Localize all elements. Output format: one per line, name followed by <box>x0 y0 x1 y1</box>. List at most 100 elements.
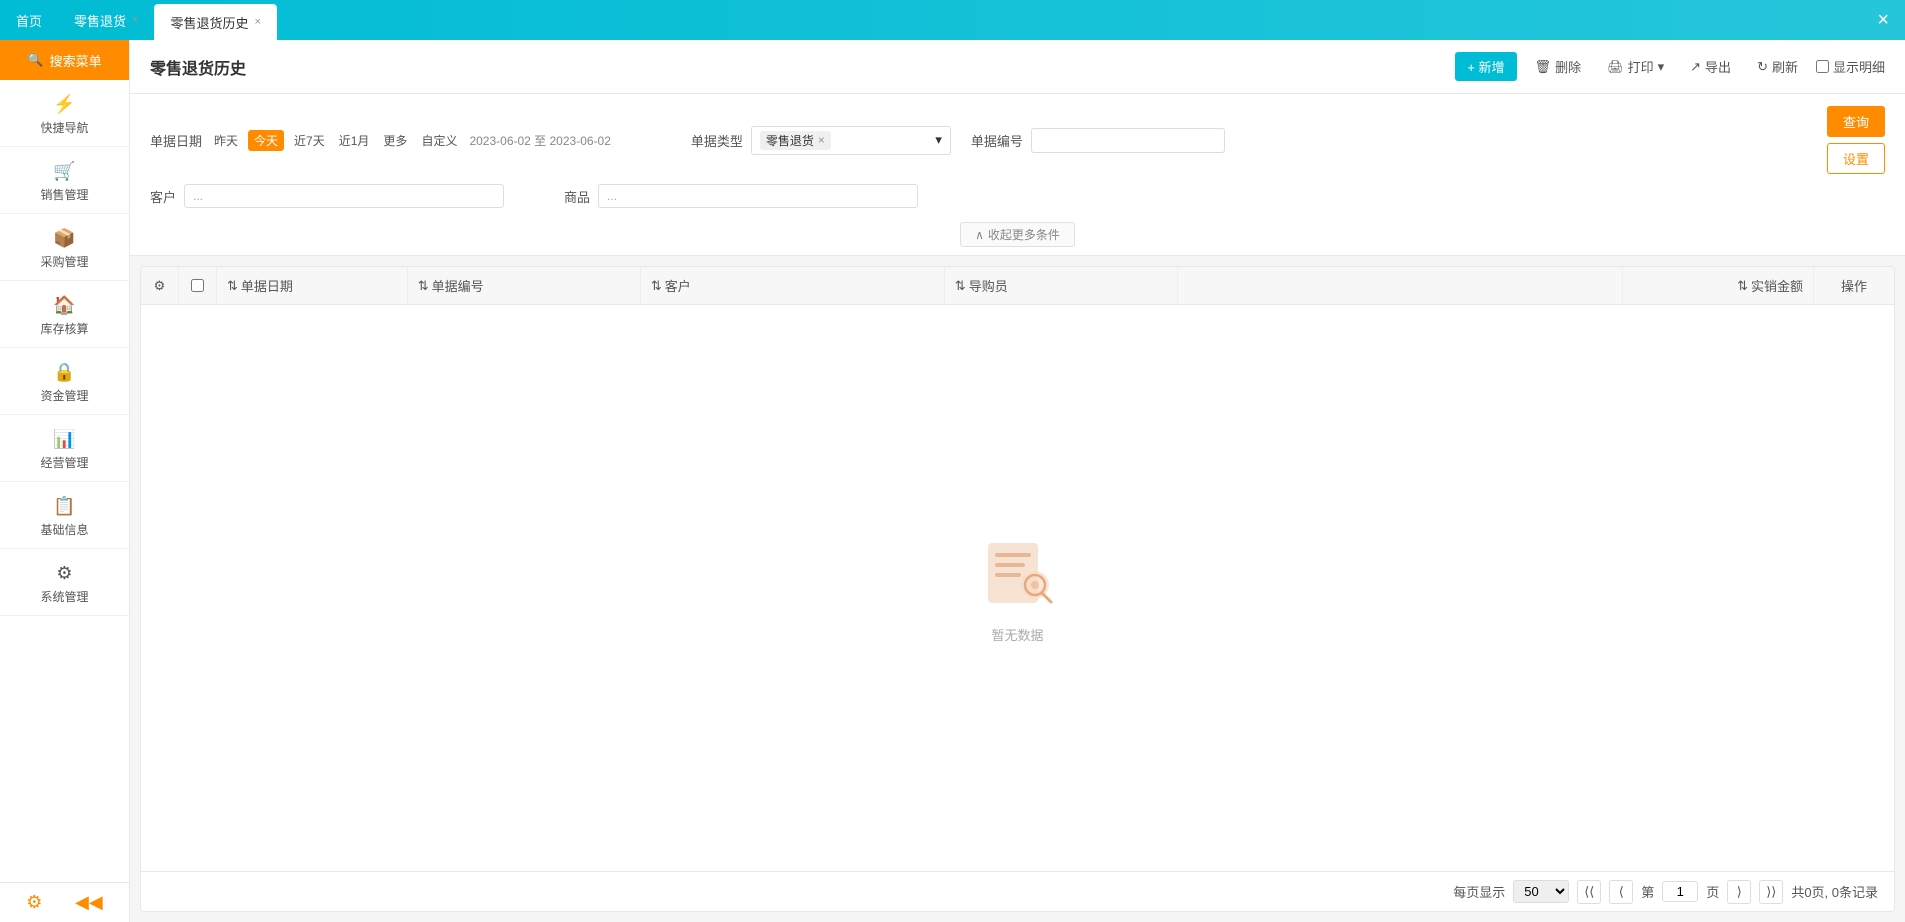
sidebar-item-quick-nav-label: 快捷导航 <box>40 119 88 136</box>
date-options: 昨天 今天 近7天 近1月 更多 自定义 <box>210 130 461 151</box>
date-opt-last7[interactable]: 近7天 <box>290 130 329 151</box>
page-last-button[interactable]: ⟩⟩ <box>1759 880 1783 904</box>
query-button[interactable]: 查询 <box>1827 106 1885 137</box>
th-customer: ⇅ 客户 <box>641 267 945 304</box>
sidebar-item-purchase-mgmt-label: 采购管理 <box>40 253 88 270</box>
delete-button[interactable]: 🗑 删除 <box>1527 53 1590 80</box>
sidebar-search[interactable]: 🔍 搜索菜单 <box>0 40 129 80</box>
page-number-input[interactable] <box>1662 881 1698 902</box>
sidebar-item-inventory[interactable]: 🏠 库存核算 <box>0 281 129 348</box>
th-customer-label: 客户 <box>665 276 691 295</box>
print-icon: 🖨 <box>1607 59 1624 75</box>
setting-button[interactable]: 设置 <box>1827 143 1885 174</box>
date-range-text: 2023-06-02 至 2023-06-02 <box>469 132 610 149</box>
sidebar-item-operations[interactable]: 📊 经营管理 <box>0 415 129 482</box>
filter-row-2: 客户 ... 商品 ... <box>150 184 1885 208</box>
th-guide: ⇅ 导购员 <box>945 267 1178 304</box>
page-next-button[interactable]: ⟩ <box>1727 880 1751 904</box>
date-filter-label: 单据日期 <box>150 131 202 150</box>
th-amount-label: 实销金额 <box>1751 276 1803 295</box>
th-bill-sort-icon[interactable]: ⇅ <box>418 278 429 294</box>
inventory-icon: 🏠 <box>53 295 75 316</box>
date-opt-more[interactable]: 更多 <box>379 130 411 151</box>
content-header: 零售退货历史 + 新增 🗑 删除 🖨 打印 ▾ ↗ 导出 ↻ <box>130 40 1905 94</box>
per-page-select[interactable]: 50 100 200 <box>1513 880 1569 903</box>
date-opt-custom[interactable]: 自定义 <box>417 130 461 151</box>
page-title: 零售退货历史 <box>150 55 246 79</box>
goods-placeholder: ... <box>607 189 617 203</box>
basic-info-icon: 📋 <box>53 496 75 517</box>
th-customer-sort-icon[interactable]: ⇅ <box>651 278 662 294</box>
window-close-button[interactable]: × <box>1877 9 1905 32</box>
bill-type-tag-value: 零售退货 <box>766 132 814 149</box>
sidebar-search-label: 搜索菜单 <box>50 51 102 70</box>
show-detail-checkbox[interactable]: 显示明细 <box>1816 57 1885 76</box>
page-unit: 页 <box>1706 882 1719 901</box>
select-all-checkbox[interactable] <box>191 279 204 292</box>
page-first-button[interactable]: ⟨⟨ <box>1577 880 1601 904</box>
date-filter-group: 单据日期 昨天 今天 近7天 近1月 更多 自定义 2023-06-02 至 2… <box>150 130 611 151</box>
sidebar-item-system-label: 系统管理 <box>40 588 88 605</box>
th-checkbox[interactable] <box>179 267 217 304</box>
th-amount-sort-icon[interactable]: ⇅ <box>1737 278 1748 294</box>
header-actions: + 新增 🗑 删除 🖨 打印 ▾ ↗ 导出 ↻ 刷新 <box>1455 52 1885 81</box>
operations-icon: 📊 <box>53 429 75 450</box>
tab-retail-return-history-close[interactable]: × <box>254 16 260 28</box>
date-opt-yesterday[interactable]: 昨天 <box>210 130 242 151</box>
export-label: 导出 <box>1705 57 1731 76</box>
query-buttons: 查询 设置 <box>1827 106 1885 174</box>
sidebar-bottom: ⚙ ◀◀ <box>0 882 129 922</box>
bill-type-tag: 零售退货 × <box>760 131 831 150</box>
sidebar-item-sales-mgmt[interactable]: 🛒 销售管理 <box>0 147 129 214</box>
export-button[interactable]: ↗ 导出 <box>1682 53 1739 80</box>
th-date-sort-icon[interactable]: ⇅ <box>227 278 238 294</box>
sales-mgmt-icon: 🛒 <box>53 161 75 182</box>
page-label: 第 <box>1641 882 1654 901</box>
collapse-button[interactable]: ∧ 收起更多条件 <box>960 222 1075 247</box>
date-opt-today[interactable]: 今天 <box>248 130 284 151</box>
th-action: 操作 <box>1814 267 1894 304</box>
sidebar-item-operations-label: 经营管理 <box>40 454 88 471</box>
date-opt-last-month[interactable]: 近1月 <box>335 130 374 151</box>
th-bill-no: ⇅ 单据编号 <box>408 267 641 304</box>
goods-select[interactable]: ... <box>598 184 918 208</box>
add-button[interactable]: + 新增 <box>1455 52 1516 81</box>
refresh-button[interactable]: ↻ 刷新 <box>1749 53 1806 80</box>
search-icon: 🔍 <box>27 52 43 68</box>
print-button[interactable]: 🖨 打印 ▾ <box>1599 53 1672 80</box>
bill-type-select[interactable]: 零售退货 × ▾ <box>751 126 951 155</box>
sidebar-item-basic-info[interactable]: 📋 基础信息 <box>0 482 129 549</box>
sidebar-item-quick-nav[interactable]: ⚡ 快捷导航 <box>0 80 129 147</box>
collapse-row: ∧ 收起更多条件 <box>150 218 1885 255</box>
tab-retail-return-label: 零售退货 <box>74 11 126 30</box>
tab-retail-return-close[interactable]: × <box>132 14 138 26</box>
tab-retail-return-history[interactable]: 零售退货历史 × <box>154 4 276 40</box>
goods-filter-group: 商品 ... <box>564 184 918 208</box>
th-settings[interactable]: ⚙ <box>141 267 179 304</box>
bill-number-label: 单据编号 <box>971 131 1023 150</box>
table-header: ⚙ ⇅ 单据日期 ⇅ 单据编号 ⇅ 客户 ⇅ <box>141 267 1894 305</box>
th-guide-sort-icon[interactable]: ⇅ <box>955 278 966 294</box>
sidebar-audio-button[interactable]: ◀◀ <box>75 892 103 913</box>
sidebar-gear-button[interactable]: ⚙ <box>26 892 42 913</box>
page-prev-button[interactable]: ⟨ <box>1609 880 1633 904</box>
th-action-label: 操作 <box>1841 276 1867 295</box>
sidebar-item-finance[interactable]: 🔒 资金管理 <box>0 348 129 415</box>
refresh-label: 刷新 <box>1772 57 1798 76</box>
show-detail-input[interactable] <box>1816 60 1829 73</box>
sidebar-item-finance-label: 资金管理 <box>40 387 88 404</box>
tab-retail-return-history-label: 零售退货历史 <box>170 13 248 32</box>
total-text: 共0页, 0条记录 <box>1791 882 1878 901</box>
table-body: 暂无数据 <box>141 305 1894 871</box>
bill-number-input[interactable] <box>1031 128 1225 153</box>
sidebar-item-system[interactable]: ⚙ 系统管理 <box>0 549 129 616</box>
tab-home[interactable]: 首页 <box>0 0 58 40</box>
bill-type-tag-remove[interactable]: × <box>818 133 825 147</box>
finance-icon: 🔒 <box>53 362 75 383</box>
th-date-label: 单据日期 <box>241 276 293 295</box>
sidebar-item-purchase-mgmt[interactable]: 📦 采购管理 <box>0 214 129 281</box>
tab-retail-return[interactable]: 零售退货 × <box>58 0 154 40</box>
bill-type-filter-group: 单据类型 零售退货 × ▾ <box>691 126 951 155</box>
customer-select[interactable]: ... <box>184 184 504 208</box>
customer-label: 客户 <box>150 187 176 206</box>
